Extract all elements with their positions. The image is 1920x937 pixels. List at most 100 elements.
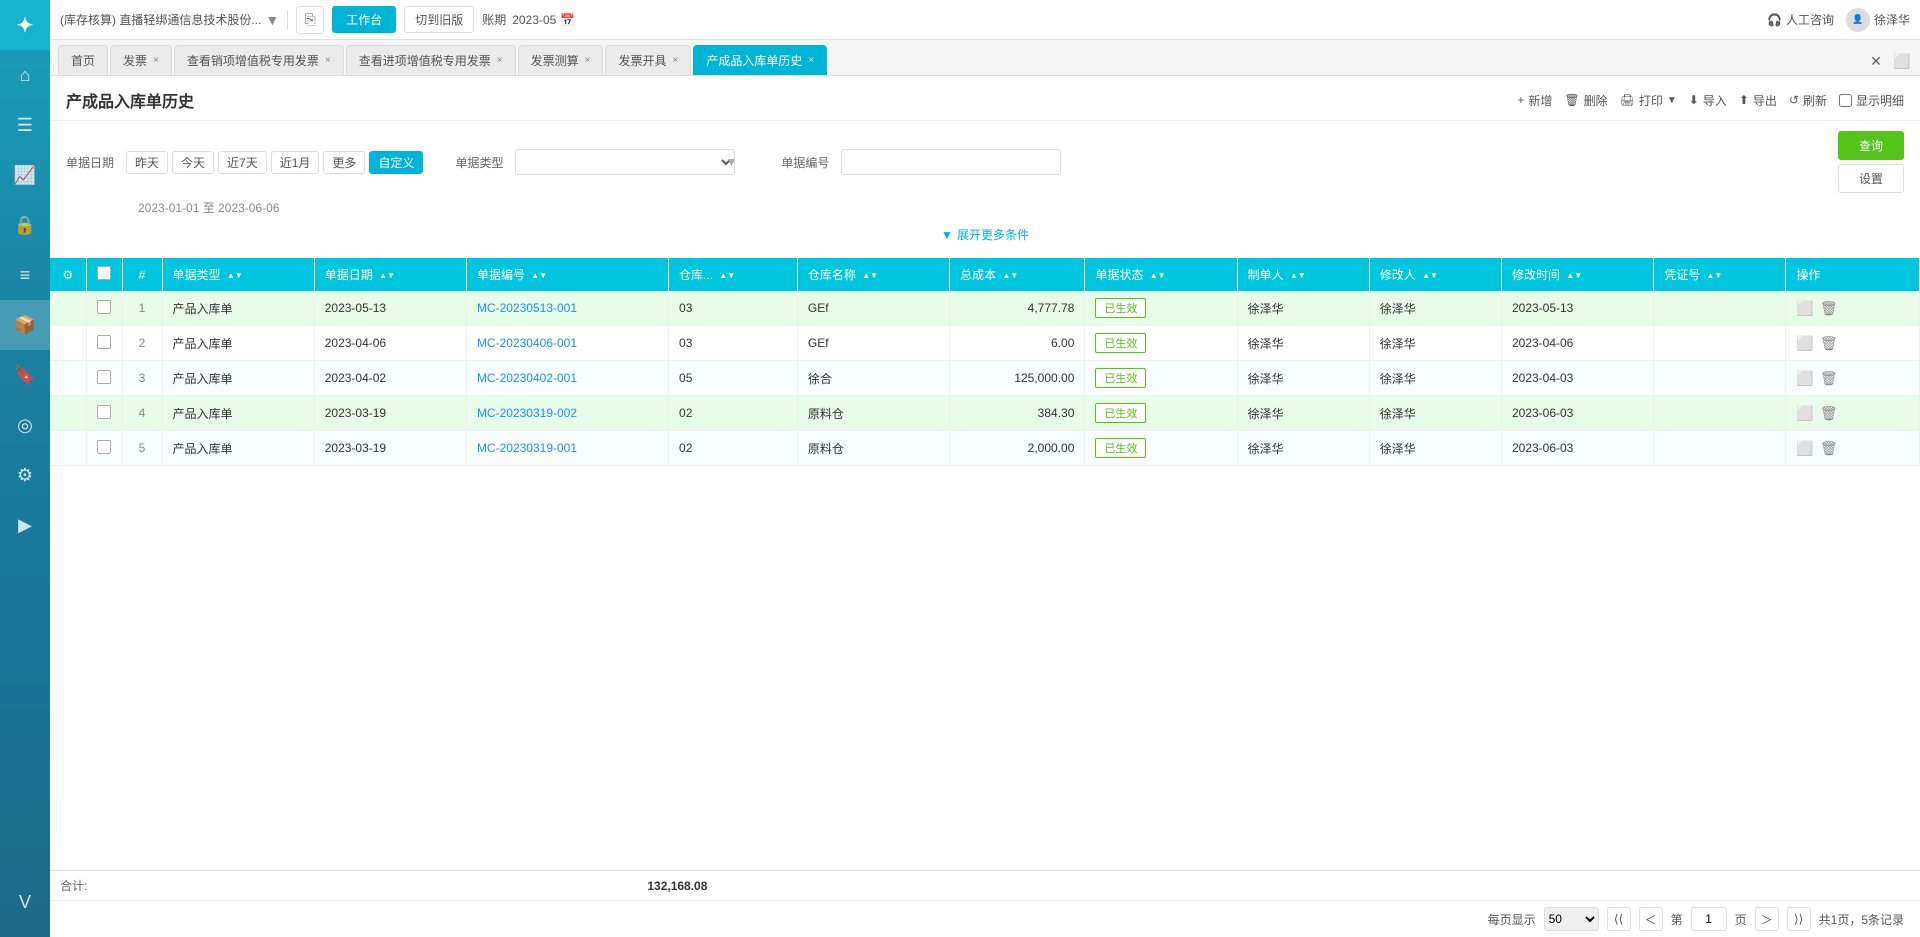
num-filter-input[interactable] <box>841 149 1061 175</box>
query-button[interactable]: 查询 <box>1838 131 1904 160</box>
company-dropdown-icon[interactable]: ▼ <box>265 12 279 28</box>
sidebar-item-settings[interactable]: ⚙ <box>0 450 50 500</box>
cell-code[interactable]: MC-20230513-001 <box>466 291 668 326</box>
tab-home[interactable]: 首页 <box>58 45 108 75</box>
cell-date: 2023-05-13 <box>314 291 466 326</box>
filter-row-date-range: 2023-01-01 至 2023-06-06 <box>66 199 1904 216</box>
page-number-input[interactable] <box>1691 907 1727 931</box>
cell-code[interactable]: MC-20230319-002 <box>466 396 668 431</box>
set-button[interactable]: 设置 <box>1838 164 1904 193</box>
page-header: 产成品入库单历史 + 新增 🗑 删除 🖨 打印 ▼ ⬇ 导入 <box>50 76 1920 121</box>
sidebar-item-home[interactable]: ⌂ <box>0 50 50 100</box>
edit-icon[interactable]: ⬜ <box>1796 370 1813 387</box>
tab-maximize-btn[interactable]: ⬜ <box>1892 51 1912 71</box>
th-creator[interactable]: 制单人 ▲▼ <box>1237 258 1369 291</box>
tab-close-purchase[interactable]: × <box>497 55 503 66</box>
page-prev-btn[interactable]: ＜ <box>1639 907 1663 931</box>
tab-close-btn[interactable]: ✕ <box>1866 51 1886 71</box>
per-page-select[interactable]: 50 100 <box>1544 907 1599 931</box>
date-btn-today[interactable]: 今天 <box>172 151 214 174</box>
date-btn-custom[interactable]: 自定义 <box>369 151 423 174</box>
row-delete-icon[interactable]: 🗑 <box>1820 370 1838 387</box>
row-delete-icon[interactable]: 🗑 <box>1820 335 1838 352</box>
date-btn-1month[interactable]: 近1月 <box>271 151 320 174</box>
copy-icon-btn[interactable]: ⎘ <box>296 6 324 34</box>
sidebar-item-security[interactable]: 🔒 <box>0 200 50 250</box>
date-btn-7days[interactable]: 近7天 <box>218 151 267 174</box>
page-suffix: 页 <box>1735 911 1747 928</box>
th-cost[interactable]: 总成本 ▲▼ <box>950 258 1085 291</box>
tab-close-invoice[interactable]: × <box>153 55 159 66</box>
switch-version-button[interactable]: 切到旧版 <box>404 6 474 33</box>
show-detail-toggle[interactable]: 显示明细 <box>1839 92 1904 109</box>
sidebar-item-voucher[interactable]: 🔖 <box>0 350 50 400</box>
tab-invoice[interactable]: 发票 × <box>110 45 172 75</box>
expand-more-btn[interactable]: ▼ 展开更多条件 <box>66 222 1904 247</box>
row-delete-icon[interactable]: 🗑 <box>1820 440 1838 457</box>
tab-close-open[interactable]: × <box>672 55 678 66</box>
th-settings[interactable]: ⚙ <box>50 258 86 291</box>
th-voucher[interactable]: 凭证号 ▲▼ <box>1654 258 1786 291</box>
cell-code[interactable]: MC-20230402-001 <box>466 361 668 396</box>
cell-checkbox[interactable] <box>86 291 122 326</box>
tab-invoice-open[interactable]: 发票开具 × <box>605 45 691 75</box>
tab-invoice-calc[interactable]: 发票测算 × <box>518 45 604 75</box>
page-next-btn[interactable]: ＞ <box>1755 907 1779 931</box>
th-modify-time[interactable]: 修改时间 ▲▼ <box>1501 258 1653 291</box>
refresh-button[interactable]: ↺ 刷新 <box>1789 92 1827 109</box>
sidebar-item-inventory[interactable]: 📦 <box>0 300 50 350</box>
th-modifier[interactable]: 修改人 ▲▼ <box>1369 258 1501 291</box>
tab-close-sales[interactable]: × <box>325 55 331 66</box>
sidebar-item-list[interactable]: ≡ <box>0 250 50 300</box>
type-filter-select[interactable] <box>515 149 735 175</box>
page-last-btn[interactable]: ⟩⟩ <box>1787 907 1811 931</box>
support-btn[interactable]: 🎧 人工咨询 <box>1767 11 1834 28</box>
user-info[interactable]: 👤 徐泽华 <box>1846 8 1910 32</box>
delete-button[interactable]: 🗑 删除 <box>1564 92 1607 109</box>
edit-icon[interactable]: ⬜ <box>1796 300 1813 317</box>
edit-icon[interactable]: ⬜ <box>1796 335 1813 352</box>
tab-purchase-invoice[interactable]: 查看进项增值税专用发票 × <box>346 45 516 75</box>
cell-date: 2023-03-19 <box>314 431 466 466</box>
print-button[interactable]: 🖨 打印 ▼ <box>1620 92 1677 109</box>
select-all-checkbox[interactable] <box>97 266 111 280</box>
cell-checkbox[interactable] <box>86 361 122 396</box>
date-btn-yesterday[interactable]: 昨天 <box>126 151 168 174</box>
export-button[interactable]: ⬆ 导出 <box>1739 92 1777 109</box>
th-status[interactable]: 单据状态 ▲▼ <box>1085 258 1237 291</box>
tab-stock-history[interactable]: 产成品入库单历史 × <box>693 45 827 75</box>
edit-icon[interactable]: ⬜ <box>1796 405 1813 422</box>
row-delete-icon[interactable]: 🗑 <box>1820 405 1838 422</box>
row-delete-icon[interactable]: 🗑 <box>1820 300 1838 317</box>
sidebar-item-circle[interactable]: ◎ <box>0 400 50 450</box>
tab-close-stock[interactable]: × <box>808 55 814 66</box>
th-type[interactable]: 单据类型 ▲▼ <box>162 258 314 291</box>
tab-sales-invoice[interactable]: 查看销项增值税专用发票 × <box>174 45 344 75</box>
cell-code[interactable]: MC-20230406-001 <box>466 326 668 361</box>
date-btn-more[interactable]: 更多 <box>323 151 365 174</box>
sidebar-item-menu[interactable]: ☰ <box>0 100 50 150</box>
th-checkbox[interactable] <box>86 258 122 291</box>
sidebar-item-play[interactable]: ▶ <box>0 500 50 550</box>
new-button[interactable]: + 新增 <box>1517 92 1552 109</box>
sidebar-item-report[interactable]: 📈 <box>0 150 50 200</box>
th-warehouse-name[interactable]: 仓库名称 ▲▼ <box>797 258 949 291</box>
import-button[interactable]: ⬇ 导入 <box>1689 92 1727 109</box>
cell-checkbox[interactable] <box>86 326 122 361</box>
tab-close-calc[interactable]: × <box>585 55 591 66</box>
edit-icon[interactable]: ⬜ <box>1796 440 1813 457</box>
show-detail-checkbox[interactable] <box>1839 94 1852 107</box>
cell-checkbox[interactable] <box>86 396 122 431</box>
cell-type: 产品入库单 <box>162 396 314 431</box>
cell-code[interactable]: MC-20230319-001 <box>466 431 668 466</box>
sidebar-item-v[interactable]: V <box>0 877 50 927</box>
calendar-icon[interactable]: 📅 <box>560 13 575 27</box>
page-first-btn[interactable]: ⟨⟨ <box>1607 907 1631 931</box>
th-code[interactable]: 单据编号 ▲▼ <box>466 258 668 291</box>
th-date[interactable]: 单据日期 ▲▼ <box>314 258 466 291</box>
print-dropdown-icon[interactable]: ▼ <box>1667 95 1677 106</box>
plus-icon: + <box>1517 93 1524 107</box>
th-warehouse-code[interactable]: 仓库... ▲▼ <box>669 258 798 291</box>
cell-checkbox[interactable] <box>86 431 122 466</box>
worktable-button[interactable]: 工作台 <box>332 6 396 33</box>
